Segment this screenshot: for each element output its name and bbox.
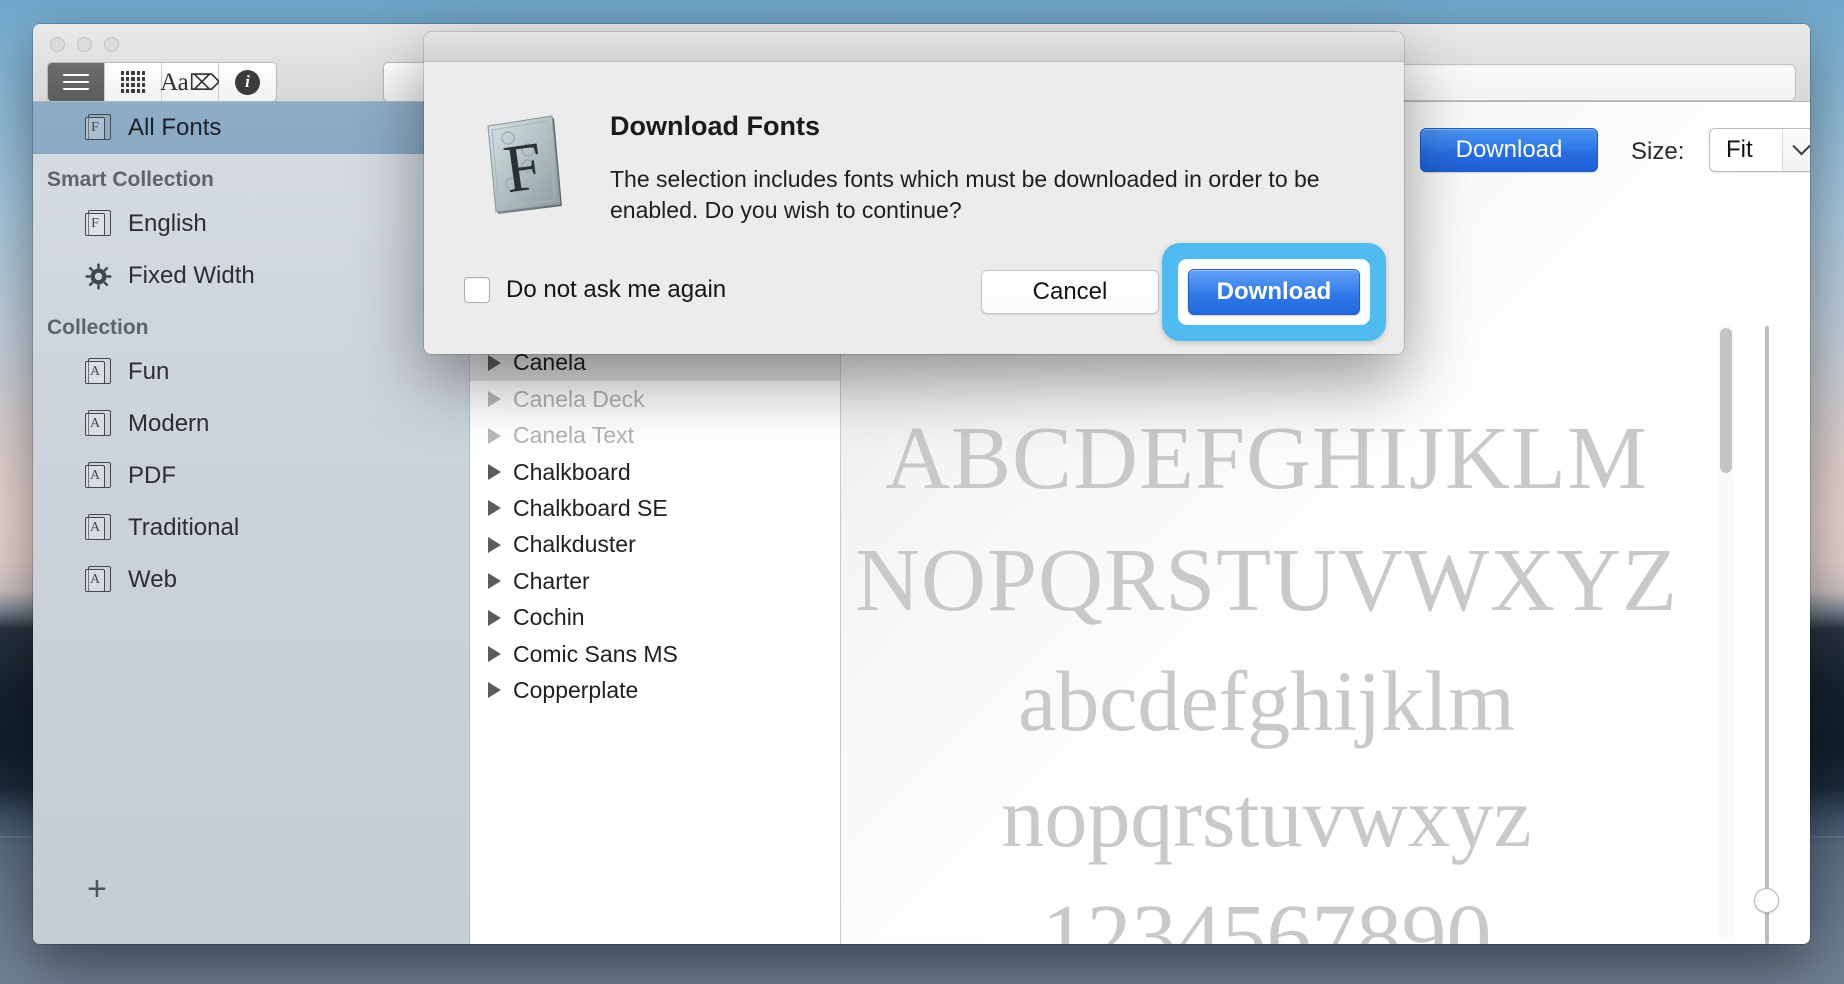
sidebar-item-traditional[interactable]: A Traditional xyxy=(33,502,469,554)
size-slider-track[interactable] xyxy=(1765,326,1769,944)
chevron-down-icon[interactable] xyxy=(1782,129,1810,171)
font-list-item[interactable]: Copperplate xyxy=(470,672,840,708)
disclosure-triangle-icon[interactable] xyxy=(488,573,501,589)
cancel-button[interactable]: Cancel xyxy=(981,270,1159,314)
font-list-item-label: Copperplate xyxy=(513,677,638,704)
do-not-ask-again-row[interactable]: Do not ask me again xyxy=(464,276,726,304)
sidebar-heading-smart-collection: Smart Collection xyxy=(33,154,469,198)
grid-icon xyxy=(121,71,145,93)
font-list-item-label: Chalkduster xyxy=(513,531,636,558)
add-collection-button[interactable]: + xyxy=(87,872,107,906)
grid-view-button[interactable] xyxy=(105,63,162,101)
sidebar-item-label: Modern xyxy=(128,410,209,438)
preview-download-button[interactable]: Download xyxy=(1420,128,1598,172)
preview-sample-uppercase-2: NOPQRSTUVWXYZ xyxy=(841,536,1692,626)
font-list-item[interactable]: Canela Deck xyxy=(470,381,840,417)
sidebar-heading-collection: Collection xyxy=(33,302,469,346)
font-book-app-icon: F xyxy=(482,114,568,218)
font-list-item[interactable]: Chalkboard xyxy=(470,454,840,490)
font-list-item-label: Cochin xyxy=(513,604,585,631)
do-not-ask-again-checkbox[interactable] xyxy=(464,277,490,303)
preview-sample-lowercase-2: nopqrstuvwxyz xyxy=(841,774,1692,860)
book-a-icon: A xyxy=(85,514,112,543)
gear-icon xyxy=(85,263,112,290)
font-list-item[interactable]: Chalkduster xyxy=(470,527,840,563)
search-input[interactable] xyxy=(1341,64,1796,101)
view-mode-segmented-control[interactable]: Aa⌦ i xyxy=(47,62,277,102)
download-button-label: Download xyxy=(1217,278,1332,306)
book-a-icon: A xyxy=(85,410,112,439)
sidebar-item-pdf[interactable]: A PDF xyxy=(33,450,469,502)
sidebar: F All Fonts Smart Collection F English xyxy=(33,102,470,944)
font-list-item[interactable]: Cochin xyxy=(470,599,840,635)
sidebar-item-label: English xyxy=(128,210,207,238)
minimize-window-button[interactable] xyxy=(77,37,92,52)
zoom-window-button[interactable] xyxy=(104,37,119,52)
list-icon xyxy=(63,74,89,90)
info-view-button[interactable]: i xyxy=(219,63,276,101)
download-button[interactable]: Download xyxy=(1188,269,1360,315)
aa-icon: Aa⌦ xyxy=(160,70,220,95)
sidebar-item-all-fonts[interactable]: F All Fonts xyxy=(33,102,469,154)
book-f-icon: F xyxy=(85,114,112,143)
font-list-item-label: Canela Text xyxy=(513,422,634,449)
disclosure-triangle-icon[interactable] xyxy=(488,464,501,480)
cancel-button-label: Cancel xyxy=(1033,278,1108,306)
sidebar-item-label: All Fonts xyxy=(128,114,221,142)
do-not-ask-again-label: Do not ask me again xyxy=(506,276,726,304)
sample-view-button[interactable]: Aa⌦ xyxy=(162,63,219,101)
book-f-icon: F xyxy=(85,210,112,239)
info-icon: i xyxy=(235,70,260,95)
font-list-item[interactable]: Charter xyxy=(470,563,840,599)
preview-scrollbar-thumb[interactable] xyxy=(1720,328,1732,473)
sidebar-item-fun[interactable]: A Fun xyxy=(33,346,469,398)
disclosure-triangle-icon[interactable] xyxy=(488,646,501,662)
size-slider-knob[interactable] xyxy=(1754,888,1779,913)
size-select[interactable]: Fit xyxy=(1709,128,1810,172)
sidebar-item-label: Fun xyxy=(128,358,169,386)
sidebar-item-english[interactable]: F English xyxy=(33,198,469,250)
preview-sample-lowercase-1: abcdefghijklm xyxy=(841,658,1692,744)
preview-sample-digits: 1234567890 xyxy=(841,892,1692,944)
plus-icon: + xyxy=(87,870,107,908)
sidebar-item-label: Web xyxy=(128,566,177,594)
disclosure-triangle-icon[interactable] xyxy=(488,355,501,371)
book-a-icon: A xyxy=(85,462,112,491)
preview-scrollbar[interactable] xyxy=(1718,324,1734,938)
book-a-icon: A xyxy=(85,566,112,595)
font-list-item[interactable]: Canela Text xyxy=(470,418,840,454)
dialog-titlebar xyxy=(424,32,1404,62)
preview-sample-uppercase-1: ABCDEFGHIJKLM xyxy=(841,414,1692,504)
size-select-value: Fit xyxy=(1710,136,1782,164)
sidebar-item-web[interactable]: A Web xyxy=(33,554,469,606)
sidebar-item-fixed-width[interactable]: Fixed Width xyxy=(33,250,469,302)
font-list-item[interactable]: Comic Sans MS xyxy=(470,636,840,672)
font-list-item-label: Comic Sans MS xyxy=(513,641,678,668)
preview-download-label: Download xyxy=(1456,136,1563,164)
disclosure-triangle-icon[interactable] xyxy=(488,428,501,444)
book-a-icon: A xyxy=(85,358,112,387)
sidebar-item-label: Fixed Width xyxy=(128,262,255,290)
font-list-item-label: Charter xyxy=(513,568,590,595)
disclosure-triangle-icon[interactable] xyxy=(488,500,501,516)
font-list-item-label: Chalkboard xyxy=(513,459,631,486)
sidebar-item-label: Traditional xyxy=(128,514,239,542)
disclosure-triangle-icon[interactable] xyxy=(488,537,501,553)
font-list-item[interactable]: Chalkboard SE xyxy=(470,490,840,526)
font-list-item-label: Canela Deck xyxy=(513,386,645,413)
sidebar-item-modern[interactable]: A Modern xyxy=(33,398,469,450)
dialog-title: Download Fonts xyxy=(610,111,820,142)
disclosure-triangle-icon[interactable] xyxy=(488,391,501,407)
close-window-button[interactable] xyxy=(50,37,65,52)
size-label: Size: xyxy=(1631,138,1684,166)
disclosure-triangle-icon[interactable] xyxy=(488,682,501,698)
list-view-button[interactable] xyxy=(48,63,105,101)
sidebar-item-label: PDF xyxy=(128,462,176,490)
dialog-message: The selection includes fonts which must … xyxy=(610,164,1355,227)
font-list-item-label: Chalkboard SE xyxy=(513,495,668,522)
disclosure-triangle-icon[interactable] xyxy=(488,610,501,626)
